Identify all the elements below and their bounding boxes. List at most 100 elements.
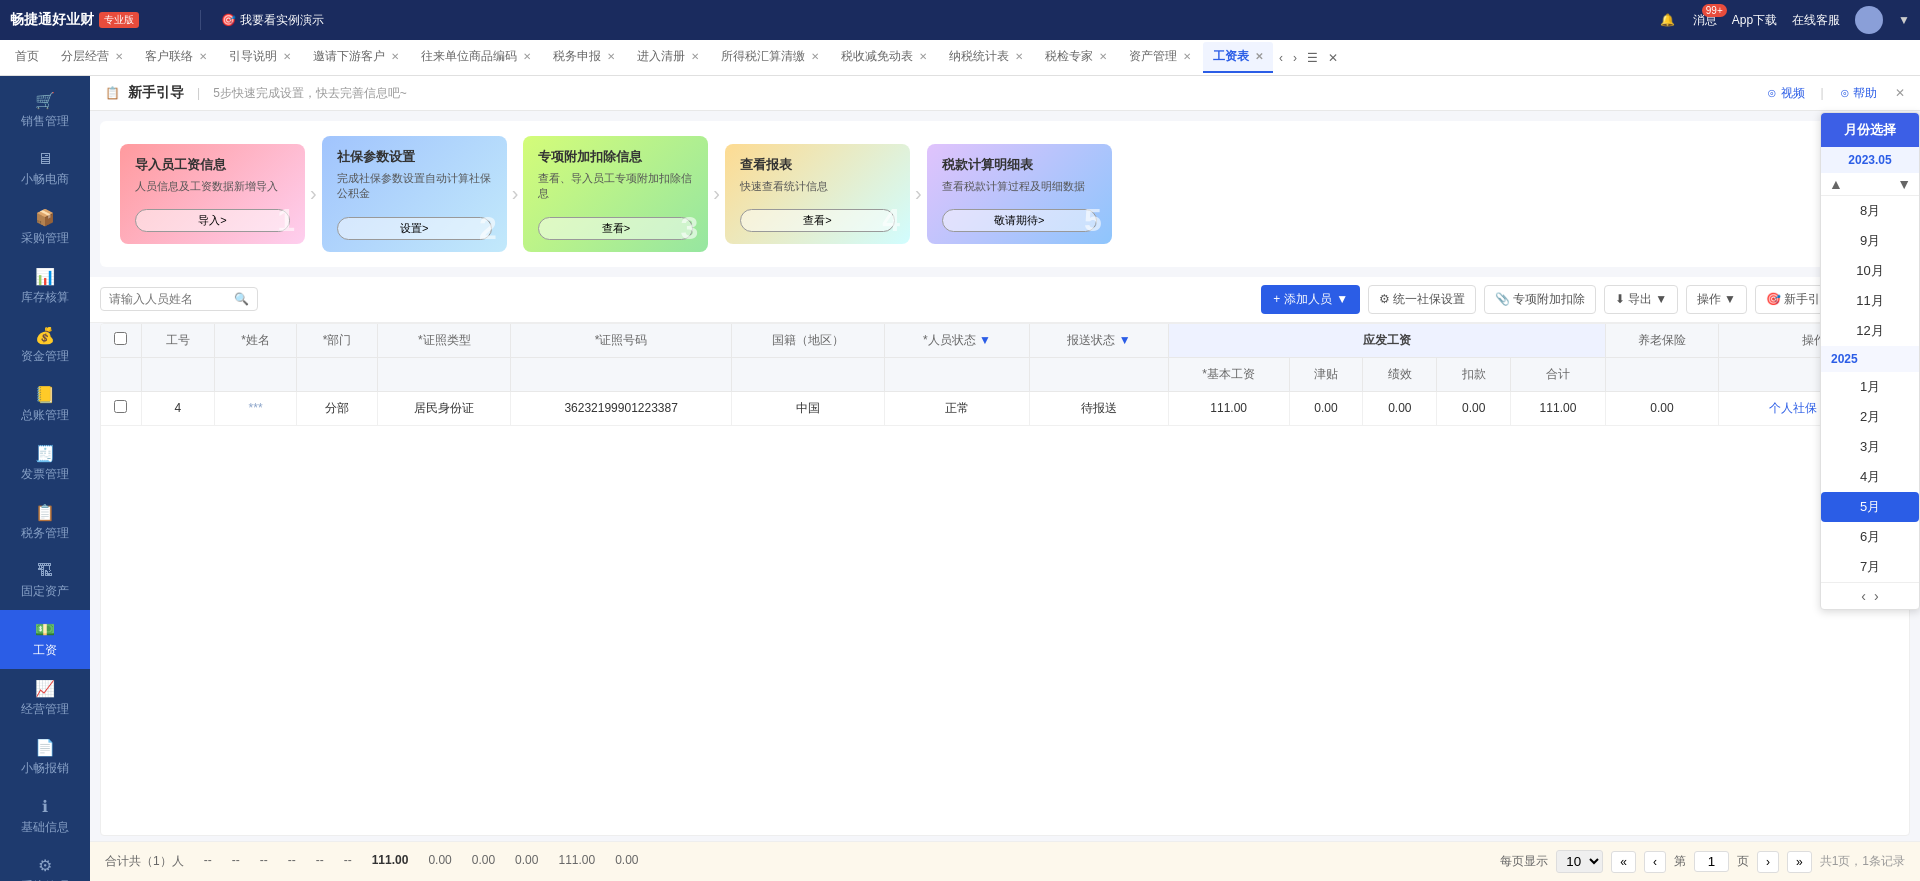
- tab-payroll[interactable]: 工资表 ✕: [1203, 42, 1273, 73]
- step2-btn[interactable]: 设置>: [337, 217, 492, 240]
- sidebar-item-basic-info[interactable]: ℹ 基础信息: [0, 787, 90, 846]
- tab-allocation[interactable]: 分层经营 ✕: [51, 42, 133, 73]
- sidebar-item-payroll[interactable]: 💵 工资: [0, 610, 90, 669]
- sidebar-item-sales[interactable]: 🛒 销售管理: [0, 81, 90, 140]
- tab-tax-relief-close[interactable]: ✕: [919, 51, 927, 62]
- month-7[interactable]: 7月: [1821, 552, 1919, 582]
- first-page-btn[interactable]: «: [1611, 851, 1636, 873]
- tab-guide-close[interactable]: ✕: [283, 51, 291, 62]
- notification-btn[interactable]: 🔔 99+ 消息: [1660, 12, 1716, 29]
- prev-page-btn[interactable]: ‹: [1644, 851, 1666, 873]
- help-btn[interactable]: ⊙ 帮助: [1840, 85, 1877, 102]
- content-area: 📋 新手引导 | 5步快速完成设置，快去完善信息吧~ ⊙ 视频 | ⊙ 帮助 ✕…: [90, 76, 1920, 881]
- tab-tax-stat[interactable]: 纳税统计表 ✕: [939, 42, 1033, 73]
- pagination: 每页显示 10 20 50 « ‹ 第 页 › » 共1页，1条记录: [1500, 850, 1905, 873]
- tab-home[interactable]: 首页: [5, 42, 49, 73]
- sidebar-item-fixed-assets[interactable]: 🏗 固定资产: [0, 552, 90, 610]
- sidebar-item-inventory[interactable]: 📊 库存核算: [0, 257, 90, 316]
- add-person-btn[interactable]: + 添加人员 ▼: [1261, 285, 1360, 314]
- month-6[interactable]: 6月: [1821, 522, 1919, 552]
- month-1[interactable]: 1月: [1821, 372, 1919, 402]
- tab-payroll-close[interactable]: ✕: [1255, 51, 1263, 62]
- month-picker-next-btn[interactable]: ›: [1874, 588, 1879, 604]
- tab-tax-report-close[interactable]: ✕: [607, 51, 615, 62]
- tab-tax-stat-close[interactable]: ✕: [1015, 51, 1023, 62]
- month-5[interactable]: 5月: [1821, 492, 1919, 522]
- operate-btn[interactable]: 操作 ▼: [1686, 285, 1747, 314]
- month-11[interactable]: 11月: [1821, 286, 1919, 316]
- sidebar-item-operations[interactable]: 📈 经营管理: [0, 669, 90, 728]
- month-3[interactable]: 3月: [1821, 432, 1919, 462]
- sidebar-item-invoice[interactable]: 🧾 发票管理: [0, 434, 90, 493]
- footer-sep6: --: [344, 853, 352, 870]
- tab-tax-calc-close[interactable]: ✕: [811, 51, 819, 62]
- app-container: 畅捷通好业财 专业版 🎯 我要看实例演示 🔔 99+ 消息 App下载 在线客服…: [0, 0, 1920, 881]
- month-12[interactable]: 12月: [1821, 316, 1919, 346]
- export-btn[interactable]: ⬇ 导出 ▼: [1604, 285, 1678, 314]
- tab-vendor-codes[interactable]: 往来单位商品编码 ✕: [411, 42, 541, 73]
- tab-tax-relief[interactable]: 税收减免动表 ✕: [831, 42, 937, 73]
- month-picker-up-btn[interactable]: ▲: [1829, 176, 1843, 192]
- demo-icon: 🎯: [221, 13, 236, 27]
- tab-assets-close[interactable]: ✕: [1183, 51, 1191, 62]
- next-page-btn[interactable]: ›: [1757, 851, 1779, 873]
- step5-btn[interactable]: 敬请期待>: [942, 209, 1097, 232]
- extra-deduct-btn[interactable]: 📎 专项附加扣除: [1484, 285, 1596, 314]
- step3-btn[interactable]: 查看>: [538, 217, 693, 240]
- demo-btn[interactable]: 🎯 我要看实例演示: [221, 12, 324, 29]
- tab-tax-calc[interactable]: 所得税汇算清缴 ✕: [711, 42, 829, 73]
- month-9[interactable]: 9月: [1821, 226, 1919, 256]
- sidebar-item-ledger[interactable]: 📒 总账管理: [0, 375, 90, 434]
- tab-tax-report[interactable]: 税务申报 ✕: [543, 42, 625, 73]
- personal-social-link[interactable]: 个人社保: [1769, 401, 1817, 415]
- tab-prev-btn[interactable]: ‹: [1275, 47, 1287, 69]
- sidebar-item-reports[interactable]: 📄 小畅报销: [0, 728, 90, 787]
- sidebar-item-finance[interactable]: 💰 资金管理: [0, 316, 90, 375]
- sidebar-item-purchase[interactable]: 📦 采购管理: [0, 198, 90, 257]
- sidebar-item-ecommerce[interactable]: 🖥 小畅电商: [0, 140, 90, 198]
- unified-social-btn[interactable]: ⚙ 统一社保设置: [1368, 285, 1476, 314]
- search-input[interactable]: [109, 292, 229, 306]
- tab-next-btn[interactable]: ›: [1289, 47, 1301, 69]
- tab-clearance[interactable]: 进入清册 ✕: [627, 42, 709, 73]
- month-10[interactable]: 10月: [1821, 256, 1919, 286]
- tab-menu-btn[interactable]: ☰: [1303, 47, 1322, 69]
- tab-tax-expert-close[interactable]: ✕: [1099, 51, 1107, 62]
- tab-allocation-close[interactable]: ✕: [115, 51, 123, 62]
- page-number-input[interactable]: [1694, 851, 1729, 872]
- per-page-select[interactable]: 10 20 50: [1556, 850, 1603, 873]
- search-icon[interactable]: 🔍: [234, 292, 249, 306]
- tab-tax-expert[interactable]: 税检专家 ✕: [1035, 42, 1117, 73]
- sidebar-item-tax[interactable]: 📋 税务管理: [0, 493, 90, 552]
- app-download-btn[interactable]: App下载: [1732, 12, 1777, 29]
- sub-col-empty1: [101, 357, 141, 391]
- tab-close-all-btn[interactable]: ✕: [1324, 47, 1342, 69]
- month-4[interactable]: 4月: [1821, 462, 1919, 492]
- tab-assets[interactable]: 资产管理 ✕: [1119, 42, 1201, 73]
- month-picker-prev-btn[interactable]: ‹: [1861, 588, 1866, 604]
- sidebar-item-sys-mgmt[interactable]: ⚙ 系统管理: [0, 846, 90, 881]
- user-avatar[interactable]: [1855, 6, 1883, 34]
- tab-customers-close[interactable]: ✕: [199, 51, 207, 62]
- select-all-checkbox[interactable]: [114, 332, 127, 345]
- tab-invite-close[interactable]: ✕: [391, 51, 399, 62]
- online-service-btn[interactable]: 在线客服: [1792, 12, 1840, 29]
- col-report-status: 报送状态 ▼: [1030, 324, 1168, 358]
- step1-btn[interactable]: 导入>: [135, 209, 290, 232]
- row-checkbox[interactable]: [114, 400, 127, 413]
- status-filter-icon[interactable]: ▼: [979, 333, 991, 347]
- month-picker-down-btn[interactable]: ▼: [1897, 176, 1911, 192]
- guide-close-btn[interactable]: ✕: [1895, 86, 1905, 100]
- tab-clearance-close[interactable]: ✕: [691, 51, 699, 62]
- month-8[interactable]: 8月: [1821, 196, 1919, 226]
- step4-btn[interactable]: 查看>: [740, 209, 895, 232]
- tab-invite[interactable]: 邀请下游客户 ✕: [303, 42, 409, 73]
- video-btn[interactable]: ⊙ 视频: [1767, 85, 1804, 102]
- tab-guide[interactable]: 引导说明 ✕: [219, 42, 301, 73]
- tab-vendor-close[interactable]: ✕: [523, 51, 531, 62]
- tab-customers[interactable]: 客户联络 ✕: [135, 42, 217, 73]
- month-2[interactable]: 2月: [1821, 402, 1919, 432]
- report-filter-icon[interactable]: ▼: [1119, 333, 1131, 347]
- last-page-btn[interactable]: »: [1787, 851, 1812, 873]
- purchase-icon: 📦: [35, 208, 55, 227]
